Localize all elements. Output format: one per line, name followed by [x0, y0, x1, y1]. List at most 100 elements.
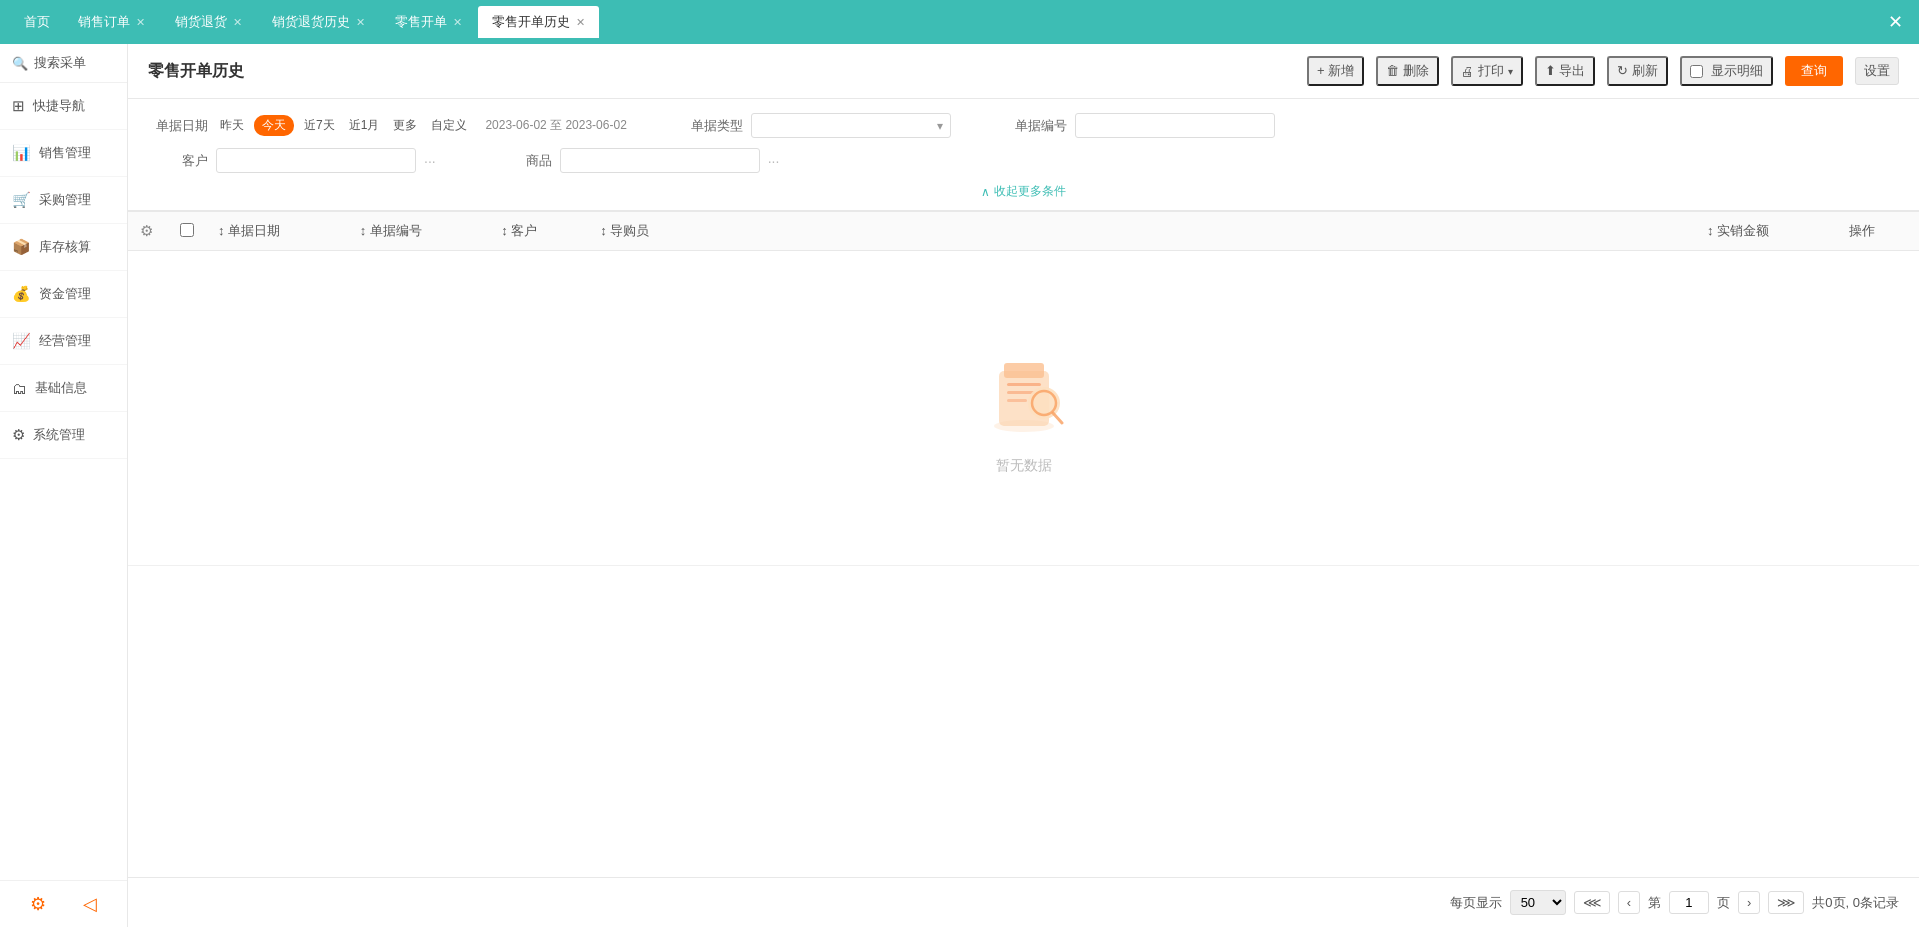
date-options: 昨天 今天 近7天 近1月 更多 自定义	[216, 115, 471, 136]
date-filter-group: 单据日期 昨天 今天 近7天 近1月 更多 自定义 2023-06-02 至 2…	[148, 115, 627, 136]
tab-sales-order[interactable]: 销售订单 ✕	[64, 6, 159, 38]
filter-row-1: 单据日期 昨天 今天 近7天 近1月 更多 自定义 2023-06-02 至 2…	[148, 113, 1899, 138]
content-area: 零售开单历史 + 新增 🗑 删除 🖨 打印 ▾ ⬆ 导出 ↻ 刷新 显示明细 查…	[128, 44, 1919, 927]
collapse-btn[interactable]: ∧ 收起更多条件	[148, 183, 1899, 200]
tab-retail-history[interactable]: 零售开单历史 ✕	[478, 6, 599, 38]
date-range-display: 2023-06-02 至 2023-06-02	[485, 117, 626, 134]
doc-type-select-wrap	[751, 113, 951, 138]
main-layout: 🔍 搜索采单 ⊞ 快捷导航 📊 销售管理 🛒 采购管理 📦 库存核算 💰 资金管…	[0, 44, 1919, 927]
svg-line-8	[1053, 413, 1062, 423]
sidebar-item-finance[interactable]: 💰 资金管理	[0, 271, 127, 318]
sidebar-item-sys-mgmt[interactable]: ⚙ 系统管理	[0, 412, 127, 459]
date-opt-7days[interactable]: 近7天	[300, 115, 339, 136]
table-settings-icon[interactable]: ⚙	[140, 222, 153, 239]
sidebar-bottom: ⚙ ◁	[0, 880, 127, 927]
query-button[interactable]: 查询	[1785, 56, 1843, 86]
print-icon: 🖨	[1461, 64, 1474, 79]
inventory-icon: 📦	[12, 238, 31, 256]
col-salesperson: ↕ 导购员	[588, 212, 708, 251]
tab-close-retail-open[interactable]: ✕	[453, 16, 462, 29]
tab-close-sales-order[interactable]: ✕	[136, 16, 145, 29]
sidebar-item-basic-info[interactable]: 🗂 基础信息	[0, 365, 127, 412]
doc-no-filter-group: 单据编号	[1007, 113, 1275, 138]
date-opt-custom[interactable]: 自定义	[427, 115, 471, 136]
sidebar-search[interactable]: 🔍 搜索采单	[0, 44, 127, 83]
tab-retail-open[interactable]: 零售开单 ✕	[381, 6, 476, 38]
export-button[interactable]: ⬆ 导出	[1535, 56, 1596, 86]
pagination: 每页显示 50 10 20 100 ⋘ ‹ 第 1 页 › ⋙ 共0页, 0条记…	[128, 877, 1919, 927]
sidebar-item-quick-nav[interactable]: ⊞ 快捷导航	[0, 83, 127, 130]
table-header: ⚙ ↕ 单据日期 ↕ 单据编号 ↕ 客户	[128, 212, 1919, 251]
empty-state-row: 暂无数据	[128, 251, 1919, 566]
basic-info-icon: 🗂	[12, 380, 27, 397]
page-input[interactable]: 1	[1669, 891, 1709, 914]
last-page-btn[interactable]: ⋙	[1768, 891, 1804, 914]
settings-bottom-icon[interactable]: ⚙	[30, 893, 46, 915]
print-dropdown-icon[interactable]: ▾	[1508, 66, 1513, 77]
tab-close-retail-history[interactable]: ✕	[576, 16, 585, 29]
settings-button[interactable]: 设置	[1855, 57, 1899, 85]
customer-label: 客户	[148, 152, 208, 170]
col-no: ↕ 单据编号	[348, 212, 490, 251]
sys-mgmt-icon: ⚙	[12, 426, 25, 444]
select-all-checkbox[interactable]	[180, 223, 194, 237]
customer-input[interactable]	[216, 148, 416, 173]
col-action-label: 操作	[1849, 223, 1875, 238]
col-settings: ⚙	[128, 212, 168, 251]
sidebar-item-sales-mgmt[interactable]: 📊 销售管理	[0, 130, 127, 177]
sidebar-item-operations[interactable]: 📈 经营管理	[0, 318, 127, 365]
next-page-btn[interactable]: ›	[1738, 891, 1760, 914]
goods-input[interactable]	[560, 148, 760, 173]
goods-picker-icon[interactable]: ···	[768, 153, 780, 169]
per-page-select[interactable]: 50 10 20 100	[1510, 890, 1566, 915]
first-page-btn[interactable]: ⋘	[1574, 891, 1610, 914]
sidebar-item-purchase-mgmt[interactable]: 🛒 采购管理	[0, 177, 127, 224]
delete-button[interactable]: 🗑 删除	[1376, 56, 1439, 86]
col-spacer	[708, 212, 1695, 251]
page-label: 第	[1648, 894, 1661, 912]
date-opt-yesterday[interactable]: 昨天	[216, 115, 248, 136]
date-opt-today[interactable]: 今天	[254, 115, 294, 136]
tab-bar: 首页 销售订单 ✕ 销货退货 ✕ 销货退货历史 ✕ 零售开单 ✕ 零售开单历史 …	[0, 0, 1919, 44]
tab-close-sales-return-history[interactable]: ✕	[356, 16, 365, 29]
tab-close-sales-return[interactable]: ✕	[233, 16, 242, 29]
finance-icon: 💰	[12, 285, 31, 303]
svg-rect-3	[1007, 383, 1041, 386]
tab-sales-return[interactable]: 销货退货 ✕	[161, 6, 256, 38]
tab-home[interactable]: 首页	[10, 6, 64, 38]
col-action: 操作	[1837, 212, 1919, 251]
doc-no-input[interactable]	[1075, 113, 1275, 138]
tab-sales-return-history[interactable]: 销货退货历史 ✕	[258, 6, 379, 38]
per-page-label: 每页显示	[1450, 894, 1502, 912]
display-detail-button[interactable]: 显示明细	[1680, 56, 1773, 86]
page-suffix: 页	[1717, 894, 1730, 912]
sidebar: 🔍 搜索采单 ⊞ 快捷导航 📊 销售管理 🛒 采购管理 📦 库存核算 💰 资金管…	[0, 44, 128, 927]
data-table: ⚙ ↕ 单据日期 ↕ 单据编号 ↕ 客户	[128, 211, 1919, 566]
window-close-icon[interactable]: ✕	[1882, 11, 1909, 33]
quick-nav-icon: ⊞	[12, 97, 25, 115]
doc-type-select[interactable]	[751, 113, 951, 138]
display-detail-checkbox[interactable]	[1690, 65, 1703, 78]
prev-page-btn[interactable]: ‹	[1618, 891, 1640, 914]
filter-row-2: 客户 ··· 商品 ···	[148, 148, 1899, 173]
table-header-row: ⚙ ↕ 单据日期 ↕ 单据编号 ↕ 客户	[128, 212, 1919, 251]
svg-rect-4	[1007, 391, 1035, 394]
col-customer-label: ↕ 客户	[501, 223, 537, 238]
refresh-button[interactable]: ↻ 刷新	[1607, 56, 1668, 86]
col-checkbox	[168, 212, 206, 251]
collapse-sidebar-icon[interactable]: ◁	[83, 893, 97, 915]
date-opt-more[interactable]: 更多	[389, 115, 421, 136]
add-button[interactable]: + 新增	[1307, 56, 1364, 86]
goods-filter-group: 商品 ···	[492, 148, 780, 173]
customer-picker-icon[interactable]: ···	[424, 153, 436, 169]
date-opt-1month[interactable]: 近1月	[345, 115, 384, 136]
purchase-icon: 🛒	[12, 191, 31, 209]
print-button[interactable]: 🖨 打印 ▾	[1451, 56, 1523, 86]
tab-bar-right: ✕	[1882, 11, 1909, 33]
empty-illustration	[974, 341, 1074, 441]
toolbar: + 新增 🗑 删除 🖨 打印 ▾ ⬆ 导出 ↻ 刷新 显示明细 查询 设置	[1307, 56, 1899, 86]
page-title: 零售开单历史	[148, 61, 244, 82]
sidebar-item-inventory[interactable]: 📦 库存核算	[0, 224, 127, 271]
empty-state-cell: 暂无数据	[128, 251, 1919, 566]
col-salesperson-label: ↕ 导购员	[600, 223, 649, 238]
